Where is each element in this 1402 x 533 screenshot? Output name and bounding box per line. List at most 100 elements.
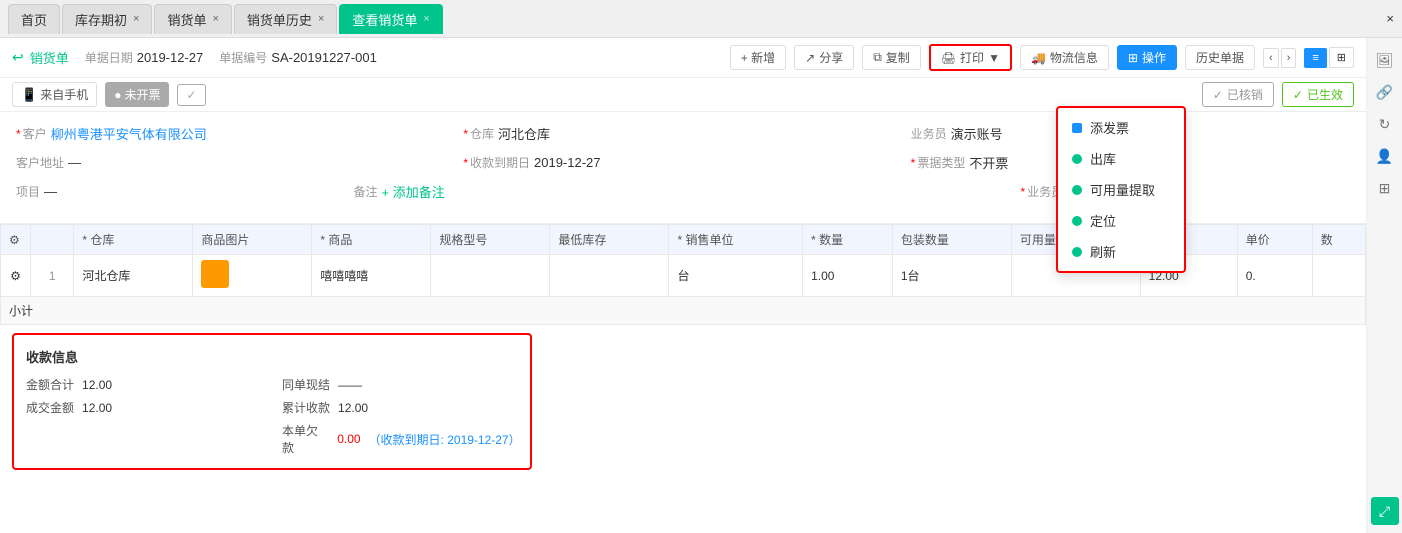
next-button[interactable]: ›: [1281, 48, 1297, 68]
row-warehouse: 河北仓库: [74, 255, 193, 297]
dropdown-add-invoice[interactable]: 添发票: [1058, 112, 1184, 143]
col-product: * 商品: [312, 225, 431, 255]
refresh-icon: [1072, 247, 1082, 257]
col-img: 商品图片: [193, 225, 312, 255]
check-icon-button[interactable]: ✓: [177, 84, 205, 106]
row-num: 1: [31, 255, 74, 297]
row-gear[interactable]: ⚙: [1, 255, 31, 297]
effect-check-icon: ✓: [1293, 88, 1303, 102]
locate-icon: [1072, 216, 1082, 226]
dropdown-refresh[interactable]: 刷新: [1058, 236, 1184, 267]
col-min-stock: 最低库存: [550, 225, 669, 255]
view-btns: ≡ ⊞: [1304, 47, 1354, 68]
copy-icon: ⧉: [873, 50, 882, 65]
col-unit: * 销售单位: [669, 225, 803, 255]
row-qty: 1.00: [803, 255, 893, 297]
row-more: [1312, 255, 1365, 297]
due-date-field: 收款到期日 2019-12-27: [463, 154, 902, 171]
prev-button[interactable]: ‹: [1263, 48, 1279, 68]
right-user-button[interactable]: 👤: [1371, 142, 1399, 170]
from-phone-button[interactable]: 📱 来自手机: [12, 82, 97, 107]
right-reload-button[interactable]: ↻: [1371, 110, 1399, 138]
add-remark-button[interactable]: + 添加备注: [382, 182, 445, 201]
plus-icon: +: [382, 185, 390, 200]
right-table-button[interactable]: ⊞: [1371, 174, 1399, 202]
col-warehouse: * 仓库: [74, 225, 193, 255]
product-image: [201, 260, 229, 288]
right-img-button[interactable]: 🖼: [1371, 46, 1399, 74]
add-invoice-icon: [1072, 123, 1082, 133]
project-field: 项目 —: [16, 183, 346, 200]
grid-icon: ⊞: [1128, 51, 1138, 65]
phone-icon: 📱: [21, 87, 37, 103]
row-pack-qty: 1台: [892, 255, 1011, 297]
history-button[interactable]: 历史单据: [1185, 45, 1255, 70]
check-circle-icon: ✓: [1213, 88, 1223, 102]
payment-section: 收款信息 金额合计 12.00 同单现结 —— 成交金额 12.00 累计收款 …: [12, 333, 532, 470]
effect-button[interactable]: ✓ 已生效: [1282, 82, 1354, 107]
tab-inventory-close[interactable]: ×: [133, 13, 139, 25]
row-price: 0.: [1237, 255, 1312, 297]
warehouse-field: 仓库 河北仓库: [463, 124, 902, 143]
tab-check-sales[interactable]: 查看销货单 ×: [339, 4, 442, 34]
nav-arrows: ‹ ›: [1263, 48, 1296, 68]
operate-button[interactable]: ⊞ 操作: [1117, 45, 1177, 70]
col-no: [31, 225, 74, 255]
check-icon: ✓: [186, 88, 196, 102]
row-spec: [431, 255, 550, 297]
amount-item: 金额合计 12.00: [26, 376, 262, 393]
print-dropdown-icon: ▼: [988, 51, 1000, 65]
payment-grid: 金额合计 12.00 同单现结 —— 成交金额 12.00 累计收款 12.00…: [26, 376, 518, 456]
tab-sales-history-close[interactable]: ×: [318, 13, 324, 25]
dropdown-locate[interactable]: 定位: [1058, 205, 1184, 236]
remark-field: 备注 + 添加备注: [354, 182, 1013, 201]
right-icons-panel: 🖼 🔗 ↻ 👤 ⊞ ⤢: [1366, 38, 1402, 533]
tab-inventory[interactable]: 库存期初 ×: [62, 4, 152, 34]
dropdown-menu: 添发票 出库 可用量提取 定位 刷新: [1056, 106, 1186, 273]
ticket-icon: ●: [114, 88, 121, 102]
right-link-button[interactable]: 🔗: [1371, 78, 1399, 106]
not-open-button[interactable]: ● 未开票: [105, 82, 169, 107]
balance-item: 本单欠款 0.00 （收款到期日: 2019-12-27）: [282, 422, 518, 456]
doc-type: ↩ 销货单: [12, 48, 69, 67]
col-pack-qty: 包装数量: [892, 225, 1011, 255]
print-icon: 🖨: [941, 51, 956, 65]
tab-check-sales-close[interactable]: ×: [423, 13, 429, 25]
doc-meta: 单据日期 2019-12-27 单据编号 SA-20191227-001: [85, 49, 377, 66]
print-button[interactable]: 🖨 打印 ▼: [929, 44, 1012, 71]
row-product: 嘻嘻嘻嘻: [312, 255, 431, 297]
tab-home[interactable]: 首页: [8, 4, 60, 34]
cumulative-item: 累计收款 12.00: [282, 399, 518, 416]
copy-button[interactable]: ⧉ 复制: [862, 45, 921, 70]
doc-toolbar: ↩ 销货单 单据日期 2019-12-27 单据编号 SA-20191227-0…: [0, 38, 1366, 78]
subtotal-row: 小计: [1, 297, 1366, 325]
dropdown-available-qty[interactable]: 可用量提取: [1058, 174, 1184, 205]
right-expand-button[interactable]: ⤢: [1371, 497, 1399, 525]
doc-actions: + 新增 ↗ 分享 ⧉ 复制 🖨 打印 ▼ 🚚 物流信息: [730, 44, 1354, 71]
row-unit: 台: [669, 255, 803, 297]
out-stock-icon: [1072, 154, 1082, 164]
window-close-button[interactable]: ×: [1386, 11, 1394, 26]
col-price: 单价: [1237, 225, 1312, 255]
sold-button[interactable]: ✓ 已核销: [1202, 82, 1274, 107]
logistics-button[interactable]: 🚚 物流信息: [1020, 45, 1109, 70]
list-view-button[interactable]: ≡: [1304, 48, 1326, 68]
customer-field: 客户 柳州粤港平安气体有限公司: [16, 124, 455, 143]
grid-view-button[interactable]: ⊞: [1329, 47, 1354, 68]
dropdown-out-stock[interactable]: 出库: [1058, 143, 1184, 174]
truck-icon: 🚚: [1031, 51, 1046, 65]
new-button[interactable]: + 新增: [730, 45, 786, 70]
deal-amount-item: 成交金额 12.00: [26, 399, 262, 416]
settle-item: 同单现结 ——: [282, 376, 518, 393]
subtotal-label: 小计: [1, 297, 1366, 325]
col-more: 数: [1312, 225, 1365, 255]
tab-sales-close[interactable]: ×: [212, 13, 218, 25]
row-min-stock: [550, 255, 669, 297]
tab-sales-history[interactable]: 销货单历史 ×: [234, 4, 337, 34]
available-qty-icon: [1072, 185, 1082, 195]
col-spec: 规格型号: [431, 225, 550, 255]
share-button[interactable]: ↗ 分享: [794, 45, 854, 70]
col-gear: ⚙: [1, 225, 31, 255]
tab-sales[interactable]: 销货单 ×: [154, 4, 231, 34]
address-field: 客户地址 —: [16, 154, 455, 171]
